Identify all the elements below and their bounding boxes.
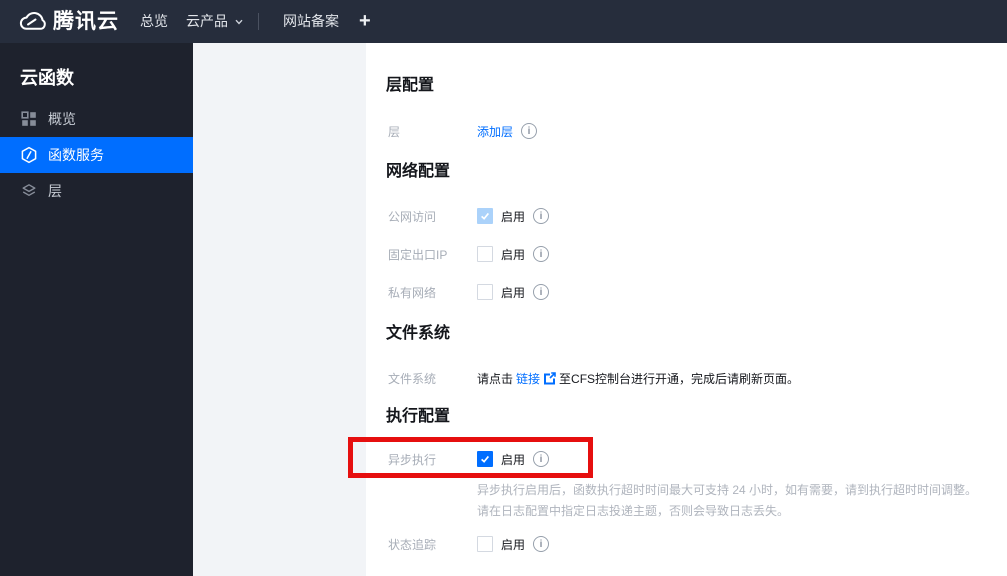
add-layer-link[interactable]: 添加层 [477, 123, 513, 140]
layers-icon [20, 182, 38, 200]
external-link-icon[interactable] [543, 371, 556, 385]
field-label-fixed-egress-ip: 固定出口IP [388, 248, 448, 262]
sidebar: 云函数 概览 函数服务 层 [0, 43, 193, 576]
sidebar-item-layers[interactable]: 层 [0, 173, 193, 209]
sidebar-item-label: 概览 [48, 111, 76, 127]
form-row-status-tracking: 状态追踪 启用 i [386, 535, 1007, 553]
chevron-down-icon [235, 19, 243, 25]
form-row-async-execution: 异步执行 启用 i [386, 450, 1007, 468]
form-row-fixed-egress-ip: 固定出口IP 启用 i [386, 245, 1007, 263]
enable-label: 启用 [501, 209, 526, 224]
enable-label: 启用 [501, 452, 526, 467]
enable-label: 启用 [501, 247, 526, 262]
section-title-execution-config: 执行配置 [386, 408, 451, 425]
topbar-item-icp[interactable]: 网站备案 [283, 0, 339, 43]
sidebar-item-label: 层 [48, 183, 62, 199]
enable-label: 启用 [501, 537, 526, 552]
settings-form: 层配置 层 添加层 i 网络配置 公网访问 启用 i 固定出口IP 启用 i 私… [366, 43, 1007, 576]
field-label-async-execution: 异步执行 [388, 453, 437, 467]
async-execution-checkbox[interactable] [477, 451, 493, 467]
topbar: 腾讯云 总览 云产品 网站备案 + [0, 0, 1007, 43]
tencent-cloud-console: { "topbar": { "brand": "腾讯云", "menu_over… [0, 0, 1007, 576]
form-row-vpc: 私有网络 启用 i [386, 283, 1007, 301]
form-row-file-system: 文件系统 请点击 链接 至CFS控制台进行开通，完成后请刷新页面。 [386, 369, 1007, 387]
tencent-cloud-logo-icon[interactable] [17, 10, 47, 33]
help-line-2: 请在日志配置中指定日志投递主题，否则会导致日志丢失。 [477, 504, 790, 518]
info-icon[interactable]: i [533, 451, 550, 467]
field-label-file-system: 文件系统 [388, 372, 437, 386]
info-icon[interactable]: i [533, 284, 550, 300]
topbar-item-products[interactable]: 云产品 [186, 0, 244, 43]
section-title-file-system: 文件系统 [386, 325, 451, 342]
grid-icon [20, 110, 38, 128]
section-title-network-config: 网络配置 [386, 163, 451, 180]
topbar-divider [258, 13, 259, 30]
fixed-egress-ip-checkbox[interactable] [477, 246, 493, 262]
status-tracking-checkbox[interactable] [477, 536, 493, 552]
secondary-panel [193, 43, 366, 576]
form-row-public-network: 公网访问 启用 i [386, 207, 1007, 225]
topbar-products-label: 云产品 [186, 13, 228, 29]
topbar-item-overview[interactable]: 总览 [140, 0, 168, 43]
help-line-1: 异步执行启用后，函数执行超时时间最大可支持 24 小时，如有需要，请到执行超时时… [477, 483, 978, 497]
brand-title[interactable]: 腾讯云 [53, 0, 119, 43]
enable-label: 启用 [501, 285, 526, 300]
info-icon[interactable]: i [521, 123, 538, 139]
sidebar-item-overview[interactable]: 概览 [0, 101, 193, 137]
hint-text-after: 至CFS控制台进行开通，完成后请刷新页面。 [559, 371, 800, 386]
info-icon[interactable]: i [533, 208, 550, 224]
public-network-checkbox[interactable] [477, 208, 493, 224]
info-icon[interactable]: i [533, 246, 550, 262]
sidebar-item-label: 函数服务 [48, 147, 104, 163]
topbar-add-button[interactable]: + [359, 0, 371, 43]
hint-text-before: 请点击 [477, 371, 514, 386]
function-service-icon [20, 146, 38, 164]
sidebar-title: 云函数 [20, 68, 74, 88]
field-label-layer: 层 [388, 125, 401, 139]
field-label-vpc: 私有网络 [388, 286, 437, 300]
form-row-layer: 层 添加层 i [386, 122, 1007, 140]
file-system-hint: 请点击 链接 至CFS控制台进行开通，完成后请刷新页面。 [477, 370, 799, 387]
field-label-status-tracking: 状态追踪 [388, 538, 437, 552]
async-execution-help-text: 异步执行启用后，函数执行超时时间最大可支持 24 小时，如有需要，请到执行超时时… [477, 480, 989, 522]
vpc-checkbox[interactable] [477, 284, 493, 300]
section-title-layer-config: 层配置 [386, 77, 435, 94]
cfs-link[interactable]: 链接 [516, 370, 540, 387]
info-icon[interactable]: i [533, 536, 550, 552]
field-label-public-network: 公网访问 [388, 210, 437, 224]
sidebar-menu: 概览 函数服务 层 [0, 101, 193, 209]
sidebar-item-function-service[interactable]: 函数服务 [0, 137, 193, 173]
